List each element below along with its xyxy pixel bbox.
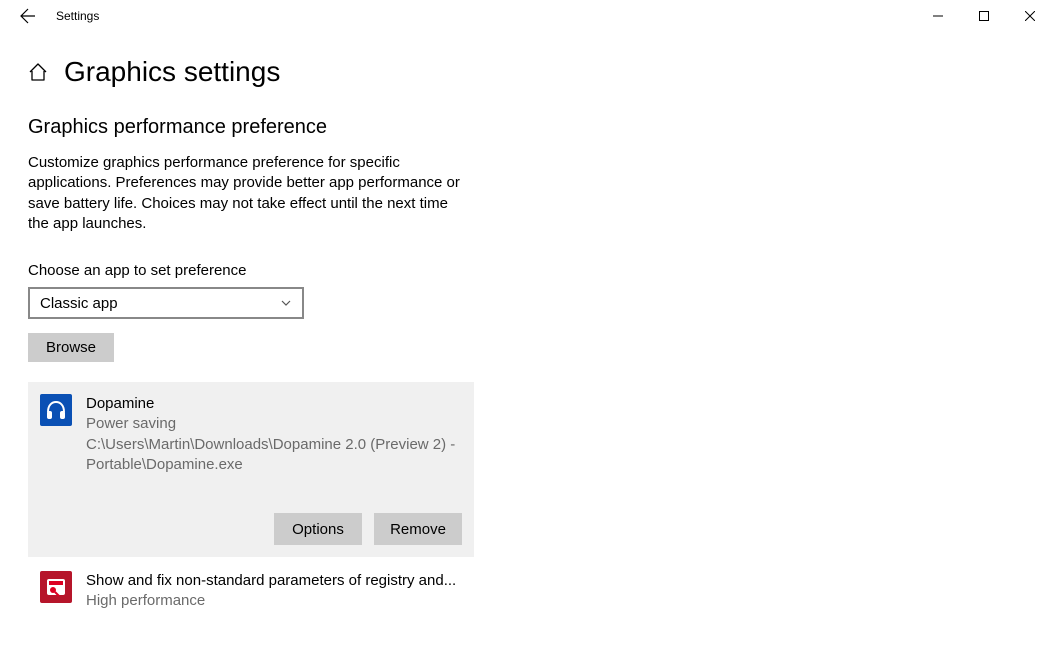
titlebar: Settings <box>0 0 1053 32</box>
app-name: Show and fix non-standard parameters of … <box>86 571 462 591</box>
app-row: Show and fix non-standard parameters of … <box>40 571 462 612</box>
app-card-selected[interactable]: Dopamine Power saving C:\Users\Martin\Do… <box>28 382 474 557</box>
app-type-dropdown[interactable]: Classic app <box>28 287 304 319</box>
app-preference: Power saving <box>86 414 462 434</box>
browse-button[interactable]: Browse <box>28 333 114 362</box>
back-button[interactable] <box>8 0 48 32</box>
window-controls <box>915 0 1053 32</box>
app-row: Dopamine Power saving C:\Users\Martin\Do… <box>40 394 462 475</box>
minimize-icon <box>933 11 943 21</box>
choose-app-label: Choose an app to set preference <box>28 262 472 279</box>
page-title: Graphics settings <box>64 56 280 88</box>
options-button[interactable]: Options <box>274 513 362 545</box>
dropdown-value: Classic app <box>40 295 118 312</box>
remove-button[interactable]: Remove <box>374 513 462 545</box>
minimize-button[interactable] <box>915 0 961 32</box>
app-preference: High performance <box>86 591 462 611</box>
app-icon-registry <box>40 571 72 603</box>
maximize-button[interactable] <box>961 0 1007 32</box>
app-info: Show and fix non-standard parameters of … <box>86 571 462 612</box>
app-icon-dopamine <box>40 394 72 426</box>
app-name: Dopamine <box>86 394 462 414</box>
chevron-down-icon <box>280 297 292 309</box>
maximize-icon <box>979 11 989 21</box>
home-icon <box>28 62 48 82</box>
app-path: C:\Users\Martin\Downloads\Dopamine 2.0 (… <box>86 435 462 476</box>
home-button[interactable] <box>28 62 48 82</box>
main-content: Graphics performance preference Customiz… <box>0 108 500 634</box>
section-description: Customize graphics performance preferenc… <box>28 153 468 234</box>
close-icon <box>1025 11 1035 21</box>
page-header: Graphics settings <box>0 32 1053 108</box>
headphones-icon <box>44 398 68 422</box>
registry-tool-icon <box>44 575 68 599</box>
section-title: Graphics performance preference <box>28 116 472 139</box>
window-title: Settings <box>56 9 99 23</box>
app-info: Dopamine Power saving C:\Users\Martin\Do… <box>86 394 462 475</box>
app-card[interactable]: Show and fix non-standard parameters of … <box>28 571 474 612</box>
card-actions: Options Remove <box>40 513 462 545</box>
close-button[interactable] <box>1007 0 1053 32</box>
arrow-left-icon <box>20 8 36 24</box>
